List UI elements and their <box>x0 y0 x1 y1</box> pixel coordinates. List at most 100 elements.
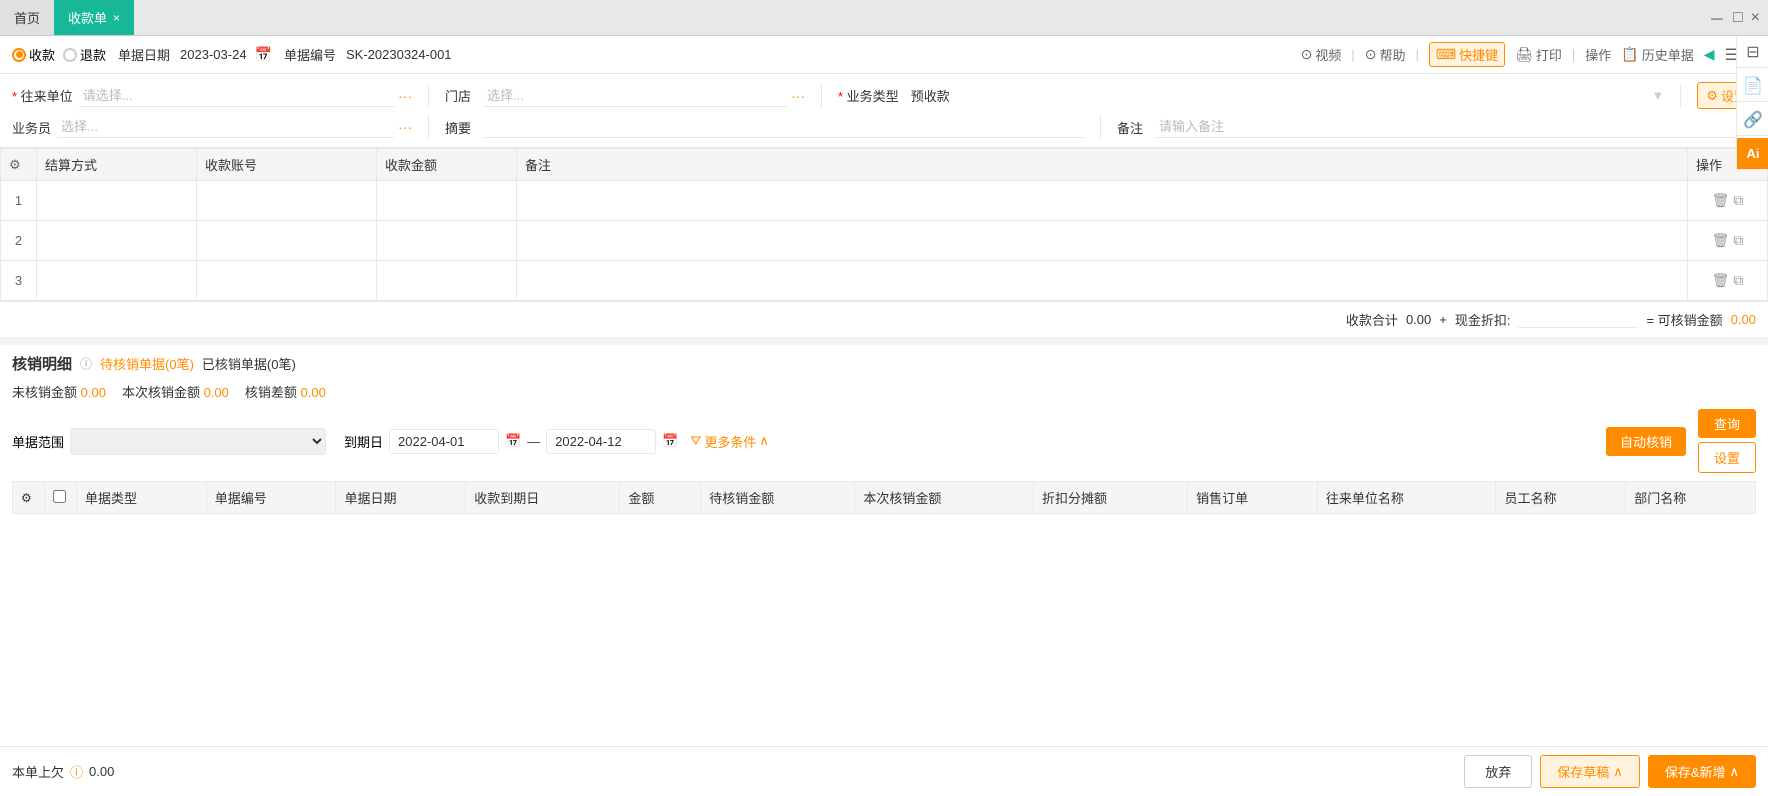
row1-amount[interactable] <box>377 181 517 221</box>
tab-close-icon[interactable]: × <box>113 11 120 25</box>
th-account-label: 收款账号 <box>205 158 257 173</box>
row3-remark[interactable] <box>517 261 1688 301</box>
minimize-icon[interactable]: － <box>1709 6 1725 30</box>
counterpart-more-icon[interactable]: ··· <box>398 88 412 104</box>
discount-input[interactable] <box>1518 312 1638 328</box>
row3-copy-icon[interactable]: ⧉ <box>1733 272 1743 289</box>
th-remark-label: 备注 <box>525 158 551 173</box>
select-all-checkbox[interactable] <box>53 490 66 503</box>
more-conditions-label: 更多条件 <box>704 432 756 451</box>
bill-date-label: 单据日期 <box>118 45 170 64</box>
vth-checkbox[interactable] <box>45 482 77 514</box>
verify-table: ⚙ 单据类型 单据编号 单据日期 收款到期日 金额 待核销金额 本次核销金额 折… <box>12 481 1756 514</box>
store-input[interactable] <box>483 85 787 107</box>
row3-settle[interactable] <box>37 261 197 301</box>
form-row-1: 往来单位 ··· 门店 ··· 业务类型 预收款 ▼ <box>12 82 1756 109</box>
maximize-icon[interactable]: □ <box>1733 9 1743 27</box>
vth-dept: 部门名称 <box>1626 482 1756 514</box>
subtotal-value: 0.00 <box>1406 312 1431 327</box>
row2-remark[interactable] <box>517 221 1688 261</box>
date-from-icon[interactable]: 📅 <box>505 433 521 449</box>
bill-no-field: 单据编号 SK-20230324-001 <box>284 45 452 64</box>
auto-write-btn[interactable]: 自动核销 <box>1606 427 1686 456</box>
sidebar-link-icon[interactable]: 🔗 <box>1737 104 1768 136</box>
abandon-btn[interactable]: 放弃 <box>1464 755 1532 788</box>
divider-1 <box>428 84 429 108</box>
save-new-label: 保存&新增 <box>1665 762 1726 781</box>
vth-settings[interactable]: ⚙ <box>13 482 45 514</box>
th-actions-label: 操作 <box>1696 158 1722 173</box>
row3-amount[interactable] <box>377 261 517 301</box>
date-to-input[interactable] <box>546 429 656 454</box>
draft-btn[interactable]: 保存草稿 ∧ <box>1540 755 1640 788</box>
store-label: 门店 <box>445 86 477 105</box>
collapse-icon[interactable]: ∧ <box>759 433 769 449</box>
row1-remark[interactable] <box>517 181 1688 221</box>
bottom-info-icon[interactable]: ⓘ <box>70 762 83 781</box>
vth-pending: 待核销金额 <box>701 482 855 514</box>
save-new-btn[interactable]: 保存&新增 ∧ <box>1648 755 1756 788</box>
row2-amount[interactable] <box>377 221 517 261</box>
row2-copy-icon[interactable]: ⧉ <box>1733 232 1743 249</box>
summary-input[interactable] <box>483 116 1084 138</box>
range-select[interactable] <box>70 428 326 455</box>
pending-tab[interactable]: 待核销单据(0笔) <box>100 354 194 373</box>
toolbar-row: 收款 退款 单据日期 2023-03-24 📅 单据编号 SK-20230324… <box>0 36 1768 74</box>
date-to-icon[interactable]: 📅 <box>662 433 678 449</box>
sidebar-ai-icon[interactable]: Ai <box>1737 138 1768 170</box>
video-btn[interactable]: ⊙ 视频 <box>1301 45 1342 64</box>
date-from-input[interactable] <box>389 429 499 454</box>
row1-settle[interactable] <box>37 181 197 221</box>
tab-home[interactable]: 首页 <box>0 0 54 35</box>
more-conditions-btn[interactable]: ⛛ 更多条件 ∧ <box>690 432 768 451</box>
row2-account[interactable] <box>197 221 377 261</box>
print-btn[interactable]: 🖨 打印 <box>1515 45 1562 64</box>
query-btn[interactable]: 查询 <box>1698 409 1756 438</box>
subtotal-label: 收款合计 <box>1346 310 1398 329</box>
radio-refund[interactable]: 退款 <box>63 45 106 64</box>
sidebar-doc-icon[interactable]: 📄 <box>1737 70 1768 102</box>
help-btn[interactable]: ⊙ 帮助 <box>1365 45 1406 64</box>
row2-settle[interactable] <box>37 221 197 261</box>
sidebar-table-icon[interactable]: ⊟ <box>1737 36 1768 68</box>
close-window-icon[interactable]: × <box>1751 9 1760 27</box>
row1-delete-icon[interactable]: 🗑 <box>1712 192 1730 209</box>
th-settle-method: 结算方式 <box>37 149 197 181</box>
table-row: 3 🗑 ⧉ <box>1 261 1768 301</box>
history-label: 历史单据 <box>1642 45 1694 64</box>
verify-settings-btn[interactable]: 设置 <box>1698 442 1756 473</box>
bill-no-value: SK-20230324-001 <box>346 47 452 62</box>
counterpart-input[interactable] <box>79 85 394 107</box>
store-more-icon[interactable]: ··· <box>791 88 805 104</box>
vth-amount: 金额 <box>620 482 701 514</box>
salesman-input[interactable] <box>57 116 394 138</box>
verify-info-icon[interactable]: ⓘ <box>80 355 92 372</box>
row3-account[interactable] <box>197 261 377 301</box>
radio-receive[interactable]: 收款 <box>12 45 55 64</box>
vth-bill-date: 单据日期 <box>336 482 466 514</box>
row3-delete-icon[interactable]: 🗑 <box>1712 272 1730 289</box>
row1-account[interactable] <box>197 181 377 221</box>
radio-receive-label: 收款 <box>29 45 55 64</box>
history-btn[interactable]: 📋 历史单据 <box>1621 45 1693 64</box>
bottom-info: 本单上欠 ⓘ 0.00 <box>12 762 114 781</box>
calendar-icon[interactable]: 📅 <box>255 46 272 63</box>
verify-header: 核销明细 ⓘ 待核销单据(0笔) 已核销单据(0笔) <box>12 353 1756 374</box>
prev-arrow[interactable]: ◀ <box>1704 46 1715 63</box>
row2-delete-icon[interactable]: 🗑 <box>1712 232 1730 249</box>
done-tab[interactable]: 已核销单据(0笔) <box>202 354 296 373</box>
summary-label: 摘要 <box>445 118 477 137</box>
salesman-more-icon[interactable]: ··· <box>398 119 412 135</box>
table-settings-icon[interactable]: ⚙ <box>9 157 21 172</box>
row1-copy-icon[interactable]: ⧉ <box>1733 192 1743 209</box>
operation-btn[interactable]: 操作 <box>1585 45 1611 64</box>
shortcut-btn[interactable]: ⌨ 快捷键 <box>1429 42 1505 67</box>
tab-current[interactable]: 收款单 × <box>54 0 134 35</box>
gear-th[interactable]: ⚙ <box>1 149 37 181</box>
biz-type-dropdown-icon[interactable]: ▼ <box>1651 88 1664 103</box>
row-num-3: 3 <box>1 261 37 301</box>
row3-actions: 🗑 ⧉ <box>1688 261 1768 301</box>
remark-input[interactable] <box>1155 116 1756 138</box>
discount-label: 现金折扣: <box>1455 310 1511 329</box>
toolbar-right: ⊙ 视频 | ⊙ 帮助 | ⌨ 快捷键 🖨 打印 | 操作 📋 <box>1301 42 1756 67</box>
